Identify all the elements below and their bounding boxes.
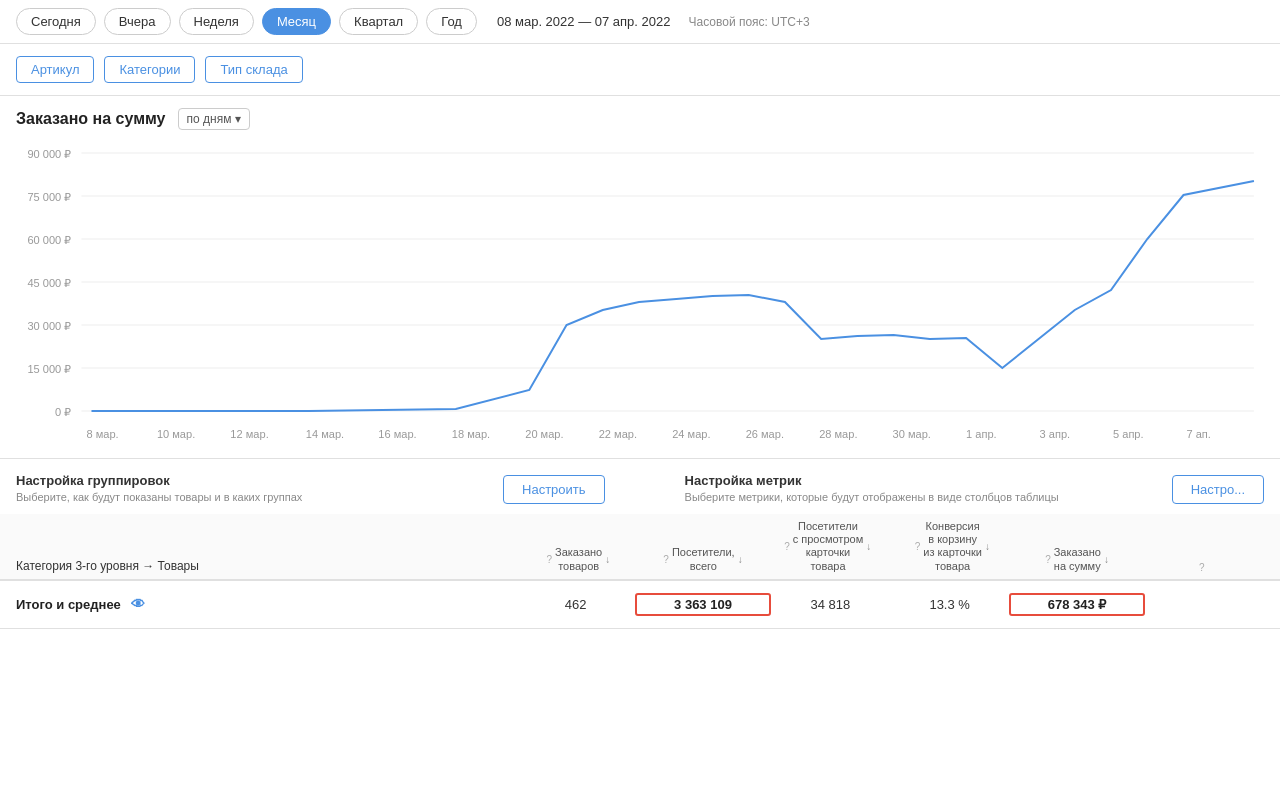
period-year[interactable]: Год: [426, 8, 477, 35]
sort-icon-ordered-sum[interactable]: ↓: [1104, 554, 1109, 565]
column-header-visitors-total: ? Посетители,всего ↓: [641, 546, 766, 572]
chart-title-row: Заказано на сумму по дням ▾: [16, 108, 1264, 130]
top-bar: Сегодня Вчера Неделя Месяц Квартал Год 0…: [0, 0, 1280, 44]
footer-val-conversion: 13.3 %: [890, 597, 1009, 612]
svg-text:30 мар.: 30 мар.: [893, 428, 931, 440]
column-label-visitors-card: Посетителис просмотромкарточкитовара: [793, 520, 864, 573]
column-label-conversion: Конверсияв корзинуиз карточкитовара: [923, 520, 982, 573]
svg-text:22 мар.: 22 мар.: [599, 428, 637, 440]
svg-text:18 мар.: 18 мар.: [452, 428, 490, 440]
filter-categories[interactable]: Категории: [104, 56, 195, 83]
column-header-ordered-sum: ? Заказанона сумму ↓: [1015, 546, 1140, 572]
svg-text:26 мар.: 26 мар.: [746, 428, 784, 440]
metrics-configure-button[interactable]: Настро...: [1172, 475, 1264, 504]
svg-text:12 мар.: 12 мар.: [230, 428, 268, 440]
period-selector-label: по дням: [187, 112, 232, 126]
svg-text:3 апр.: 3 апр.: [1040, 428, 1071, 440]
svg-text:14 мар.: 14 мар.: [306, 428, 344, 440]
question-icon-visitors-card: ?: [784, 541, 790, 552]
period-week[interactable]: Неделя: [179, 8, 254, 35]
svg-text:45 000 ₽: 45 000 ₽: [27, 277, 71, 289]
sort-icon-visitors[interactable]: ↓: [738, 554, 743, 565]
eye-icon[interactable]: 👁: [131, 596, 145, 612]
totals-label: Итого и среднее: [16, 597, 121, 612]
svg-text:8 мар.: 8 мар.: [86, 428, 118, 440]
svg-text:7 ап.: 7 ап.: [1187, 428, 1211, 440]
metrics-title: Настройка метрик: [685, 473, 1132, 488]
column-label-visitors-total: Посетители,всего: [672, 546, 735, 572]
column-label-ordered-items: Заказанотоваров: [555, 546, 602, 572]
column-label-ordered-sum: Заказанона сумму: [1054, 546, 1101, 572]
settings-row: Настройка группировок Выберите, как буду…: [0, 458, 1280, 514]
sort-icon-visitors-card[interactable]: ↓: [866, 541, 871, 552]
metrics-settings: Настройка метрик Выберите метрики, котор…: [685, 473, 1132, 503]
filters-bar: Артикул Категории Тип склада: [0, 44, 1280, 96]
svg-text:1 апр.: 1 апр.: [966, 428, 997, 440]
column-header-ordered-items: ? Заказанотоваров ↓: [516, 546, 641, 572]
svg-text:16 мар.: 16 мар.: [378, 428, 416, 440]
question-icon-extra: ?: [1199, 562, 1205, 573]
groupings-configure-button[interactable]: Настроить: [503, 475, 605, 504]
svg-text:30 000 ₽: 30 000 ₽: [27, 320, 71, 332]
svg-text:24 мар.: 24 мар.: [672, 428, 710, 440]
column-header-conversion: ? Конверсияв корзинуиз карточкитовара ↓: [890, 520, 1015, 573]
footer-label: Итого и среднее 👁: [16, 596, 516, 612]
chart-svg: 90 000 ₽ 75 000 ₽ 60 000 ₽ 45 000 ₽ 30 0…: [16, 138, 1264, 458]
chart-title: Заказано на сумму: [16, 110, 166, 128]
footer-val-visitors-total: 3 363 109: [635, 593, 770, 616]
footer-val-visitors-card: 34 818: [771, 597, 890, 612]
svg-text:75 000 ₽: 75 000 ₽: [27, 191, 71, 203]
timezone: Часовой пояс: UTC+3: [688, 15, 809, 29]
period-quarter[interactable]: Квартал: [339, 8, 418, 35]
footer-val-ordered-items: 462: [516, 597, 635, 612]
column-header-category: Категория 3-го уровня → Товары: [16, 559, 516, 573]
table-header: Категория 3-го уровня → Товары ? Заказан…: [0, 514, 1280, 580]
groupings-desc: Выберите, как будут показаны товары и в …: [16, 491, 463, 503]
svg-text:10 мар.: 10 мар.: [157, 428, 195, 440]
chart-container: 90 000 ₽ 75 000 ₽ 60 000 ₽ 45 000 ₽ 30 0…: [16, 138, 1264, 458]
period-today[interactable]: Сегодня: [16, 8, 96, 35]
table-footer: Итого и среднее 👁 462 3 363 109 34 818 1…: [0, 580, 1280, 629]
groupings-title: Настройка группировок: [16, 473, 463, 488]
question-icon-ordered-sum: ?: [1045, 554, 1051, 565]
sort-icon-conversion[interactable]: ↓: [985, 541, 990, 552]
svg-text:28 мар.: 28 мар.: [819, 428, 857, 440]
svg-text:90 000 ₽: 90 000 ₽: [27, 148, 71, 160]
column-header-visitors-card: ? Посетителис просмотромкарточкитовара ↓: [765, 520, 890, 573]
period-yesterday[interactable]: Вчера: [104, 8, 171, 35]
question-icon-visitors: ?: [663, 554, 669, 565]
filter-article[interactable]: Артикул: [16, 56, 94, 83]
question-icon-ordered: ?: [546, 554, 552, 565]
column-header-extra: ?: [1139, 562, 1264, 573]
svg-text:0 ₽: 0 ₽: [55, 406, 71, 418]
period-month[interactable]: Месяц: [262, 8, 331, 35]
date-range: 08 мар. 2022 — 07 апр. 2022: [497, 14, 671, 29]
groupings-settings: Настройка группировок Выберите, как буду…: [16, 473, 463, 503]
footer-val-ordered-sum: 678 343 ₽: [1009, 593, 1144, 616]
svg-text:15 000 ₽: 15 000 ₽: [27, 363, 71, 375]
svg-text:60 000 ₽: 60 000 ₽: [27, 234, 71, 246]
metrics-desc: Выберите метрики, которые будут отображе…: [685, 491, 1132, 503]
svg-text:20 мар.: 20 мар.: [525, 428, 563, 440]
chart-period-selector[interactable]: по дням ▾: [178, 108, 251, 130]
chevron-down-icon: ▾: [235, 112, 241, 126]
filter-warehouse-type[interactable]: Тип склада: [205, 56, 302, 83]
svg-text:5 апр.: 5 апр.: [1113, 428, 1144, 440]
sort-icon-ordered[interactable]: ↓: [605, 554, 610, 565]
chart-section: Заказано на сумму по дням ▾ 90 000 ₽ 75 …: [0, 96, 1280, 458]
question-icon-conversion: ?: [915, 541, 921, 552]
